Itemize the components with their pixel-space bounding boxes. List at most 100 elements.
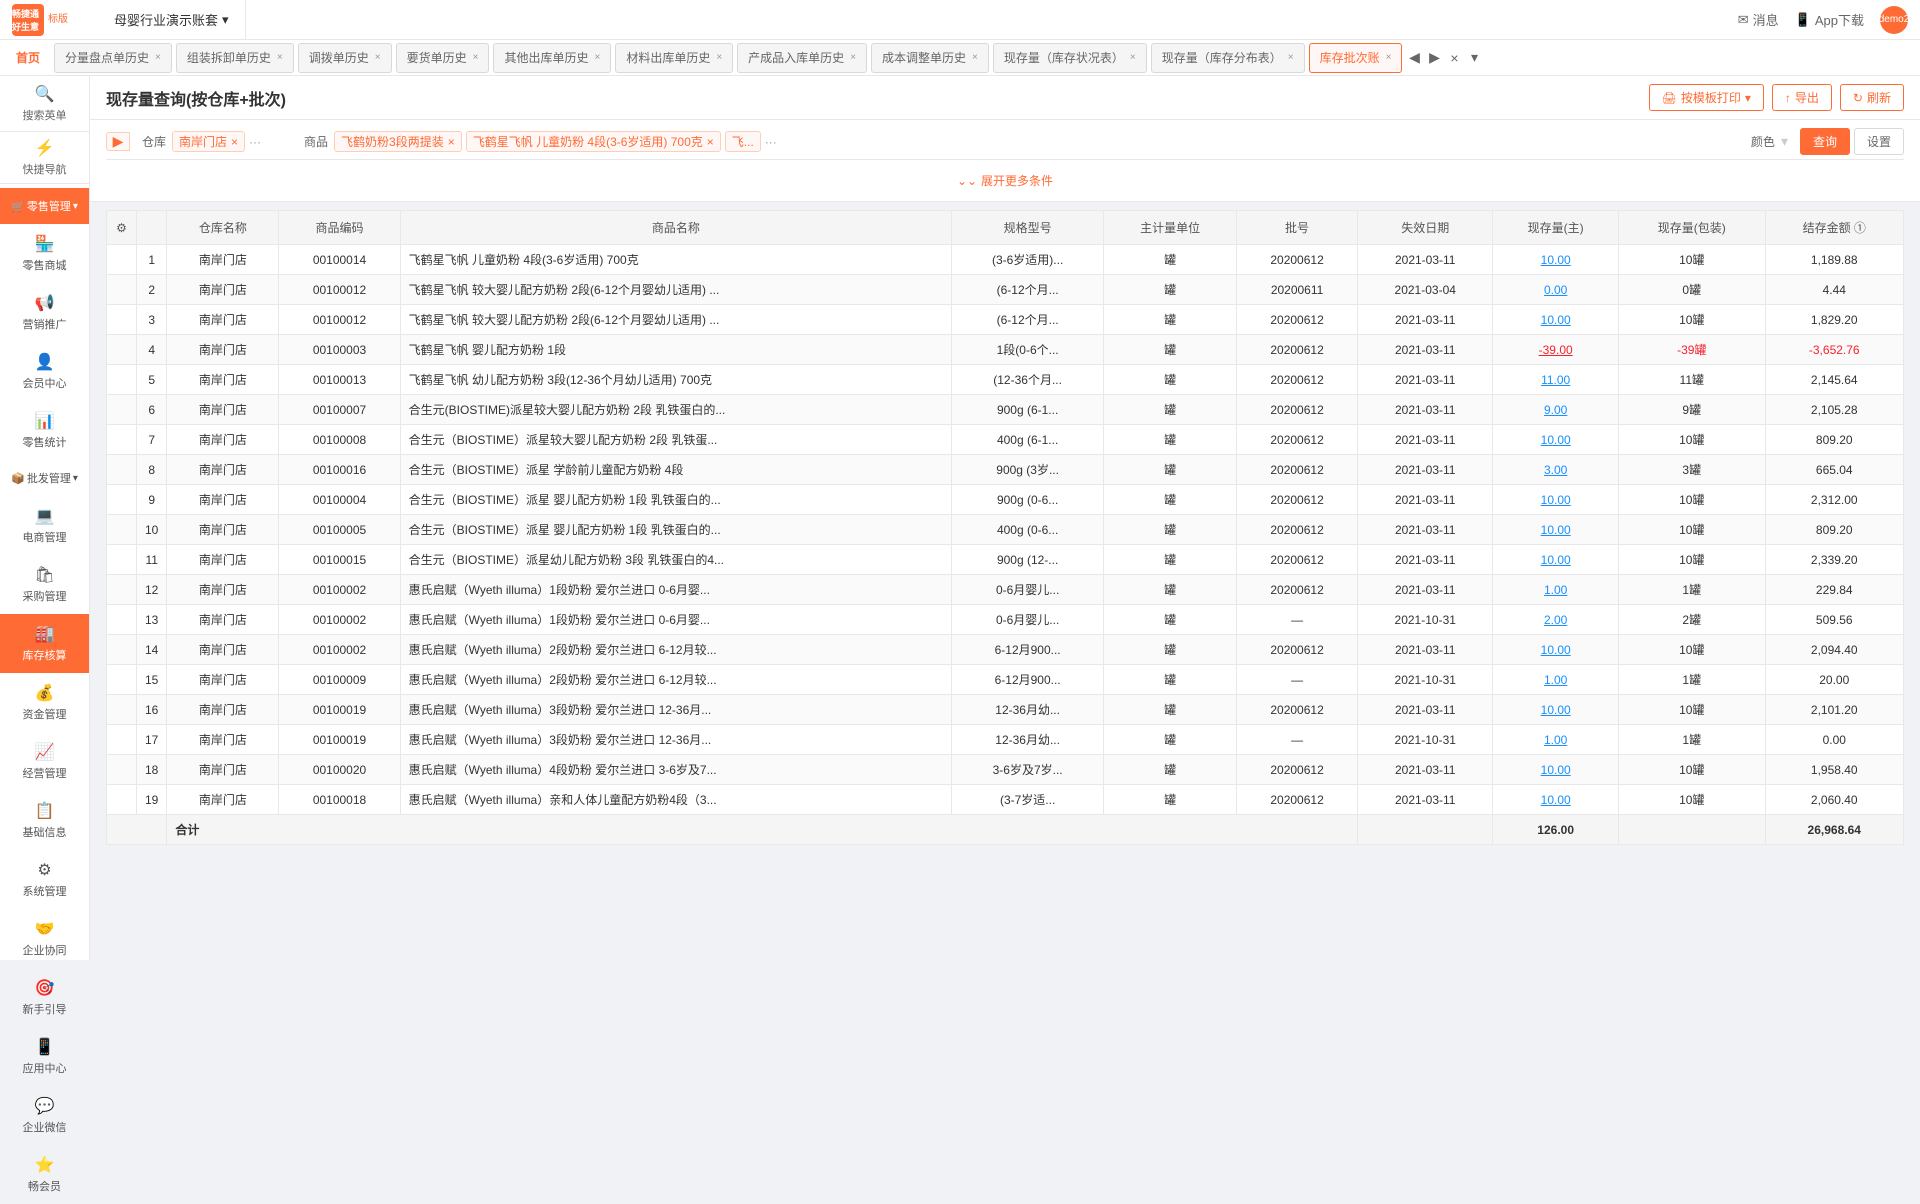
tab-kucunzt[interactable]: 现存量（库存状况表） × [993,43,1147,73]
settings-button[interactable]: 设置 [1854,128,1904,155]
tab-cailiao[interactable]: 材料出库单历史 × [615,43,733,73]
sidebar-item-finance[interactable]: 💰 资金管理 [0,673,89,732]
message-button[interactable]: ✉ 消息 [1738,10,1779,29]
tab-chengben[interactable]: 成本调整单历史 × [871,43,989,73]
td-stock-main-16[interactable]: 1.00 [1493,725,1619,755]
tab-kucunfb-close[interactable]: × [1288,52,1294,63]
td-stock-main-5[interactable]: 9.00 [1493,395,1619,425]
sidebar-item-basic[interactable]: 📋 基础信息 [0,791,89,850]
td-stock-main-6[interactable]: 10.00 [1493,425,1619,455]
sidebar-item-marketing[interactable]: 📢 营销推广 [0,283,89,342]
sidebar-item-retailshop[interactable]: 🏪 零售商城 [0,224,89,283]
td-stock-main-17[interactable]: 10.00 [1493,755,1619,785]
td-balance-17: 1,958.40 [1765,755,1904,785]
sidebar-item-guide[interactable]: 🎯 新手引导 [0,968,89,1027]
td-stock-main-4[interactable]: 11.00 [1493,365,1619,395]
tab-tiao-close[interactable]: × [375,52,381,63]
table-row: 7 南岸门店 00100008 合生元（BIOSTIME）派星较大婴儿配方奶粉 … [107,425,1904,455]
sidebar-item-search[interactable]: 🔍 搜索英单 [0,76,89,132]
td-stock-main-2[interactable]: 10.00 [1493,305,1619,335]
sidebar-item-quicknav[interactable]: ⚡ 快捷导航 [0,132,89,184]
td-code-17: 00100020 [279,755,400,785]
tab-kucunpici[interactable]: 库存批次账 × [1309,43,1403,73]
td-stock-main-11[interactable]: 1.00 [1493,575,1619,605]
td-stock-main-10[interactable]: 10.00 [1493,545,1619,575]
tab-chengpin[interactable]: 产成品入库单历史 × [737,43,867,73]
td-stock-main-12[interactable]: 2.00 [1493,605,1619,635]
td-stock-main-18[interactable]: 10.00 [1493,785,1619,815]
warehouse-tag-remove[interactable]: × [231,135,238,149]
tab-kucunpici-close[interactable]: × [1386,52,1392,63]
user-menu[interactable]: demo2 [1880,6,1908,34]
td-stock-main-1[interactable]: 0.00 [1493,275,1619,305]
td-settings-10 [107,545,137,575]
app-download-button[interactable]: 📱 App下载 [1795,10,1864,29]
tab-home[interactable]: 首页 [6,43,50,73]
td-stock-pack-14: 1罐 [1619,665,1765,695]
td-stock-main-14[interactable]: 1.00 [1493,665,1619,695]
sidebar-item-apps[interactable]: 📱 应用中心 [0,1027,89,1086]
tab-tiao[interactable]: 调拨单历史 × [298,43,392,73]
sidebar-item-retail[interactable]: 🛒 零售管理 ▾ [0,188,89,224]
export-button[interactable]: ↑ 导出 [1772,84,1832,111]
tab-qita[interactable]: 其他出库单历史 × [493,43,611,73]
td-warehouse-12: 南岸门店 [167,605,279,635]
sidebar-item-wholesale[interactable]: 📦 批发管理 ▾ [0,460,89,496]
tab-fen[interactable]: 分量盘点单历史 × [54,43,172,73]
th-stock-pack: 现存量(包装) [1619,211,1765,245]
sidebar-operation-label: 经营管理 [23,765,67,781]
account-selector[interactable]: 母婴行业演示账套 ▾ [102,0,246,40]
sidebar-item-vip[interactable]: ⭐ 畅会员 [0,1145,89,1204]
sidebar-item-purchase[interactable]: 🛍 采购管理 [0,555,89,614]
td-stock-main-9[interactable]: 10.00 [1493,515,1619,545]
tab-fen-close[interactable]: × [155,52,161,63]
filter-expand-btn[interactable]: ▶ [106,132,130,151]
top-right-actions: ✉ 消息 📱 App下载 demo2 [1738,6,1908,34]
td-stock-main-7[interactable]: 3.00 [1493,455,1619,485]
tab-kucunzt-close[interactable]: × [1130,52,1136,63]
sidebar-item-corpwx[interactable]: 💬 企业微信 [0,1086,89,1145]
td-stock-main-3[interactable]: -39.00 [1493,335,1619,365]
tab-yao-close[interactable]: × [473,52,479,63]
tab-prev-btn[interactable]: ◀ [1404,48,1424,68]
sidebar-item-inventory[interactable]: 🏭 库存核算 [0,614,89,673]
tab-cailiao-close[interactable]: × [716,52,722,63]
td-balance-4: 2,145.64 [1765,365,1904,395]
tab-yao[interactable]: 要货单历史 × [396,43,490,73]
td-stock-main-13[interactable]: 10.00 [1493,635,1619,665]
td-stock-main-8[interactable]: 10.00 [1493,485,1619,515]
td-code-3: 00100003 [279,335,400,365]
expand-conditions-btn[interactable]: ⌄⌄ 展开更多条件 [949,168,1061,193]
print-button[interactable]: 🖨 按模板打印 ▾ [1649,84,1764,111]
sidebar-item-retailstat[interactable]: 📊 零售统计 [0,401,89,460]
refresh-button[interactable]: ↻ 刷新 [1840,84,1904,111]
tab-zu-close[interactable]: × [277,52,283,63]
product-tag-0-remove[interactable]: × [448,135,455,149]
tab-chengpin-close[interactable]: × [850,52,856,63]
sidebar-item-system[interactable]: ⚙ 系统管理 [0,850,89,909]
sidebar-item-ecommerce[interactable]: 💻 电商管理 [0,496,89,555]
finance-icon: 💰 [35,683,55,703]
tab-chengben-close[interactable]: × [972,52,978,63]
sidebar-item-member[interactable]: 👤 会员中心 [0,342,89,401]
query-button[interactable]: 查询 [1800,128,1850,155]
sidebar-retailstat-label: 零售统计 [23,434,67,450]
td-stock-main-0[interactable]: 10.00 [1493,245,1619,275]
basic-icon: 📋 [35,801,55,821]
tab-next-btn[interactable]: ▶ [1424,48,1444,68]
td-index-8: 9 [137,485,167,515]
tab-qita-close[interactable]: × [594,52,600,63]
product-tag-container: 飞鹤奶粉3段两提装 × 飞鹤星飞帆 儿童奶粉 4段(3-6岁适用) 700克 ×… [334,131,777,152]
tab-close-all-btn[interactable]: × [1444,48,1464,68]
sidebar-item-operation[interactable]: 📈 经营管理 [0,732,89,791]
product-tag-1-remove[interactable]: × [707,135,714,149]
tab-kucunfb[interactable]: 现存量（库存分布表） × [1151,43,1305,73]
td-index-3: 4 [137,335,167,365]
th-settings[interactable]: ⚙ [107,211,137,245]
td-stock-main-15[interactable]: 10.00 [1493,695,1619,725]
sidebar-item-enterprise[interactable]: 🤝 企业协同 [0,909,89,968]
tab-menu-btn[interactable]: ▾ [1464,48,1484,68]
table-row: 9 南岸门店 00100004 合生元（BIOSTIME）派星 婴儿配方奶粉 1… [107,485,1904,515]
tab-zu[interactable]: 组装拆卸单历史 × [176,43,294,73]
td-unit-18: 罐 [1104,785,1237,815]
